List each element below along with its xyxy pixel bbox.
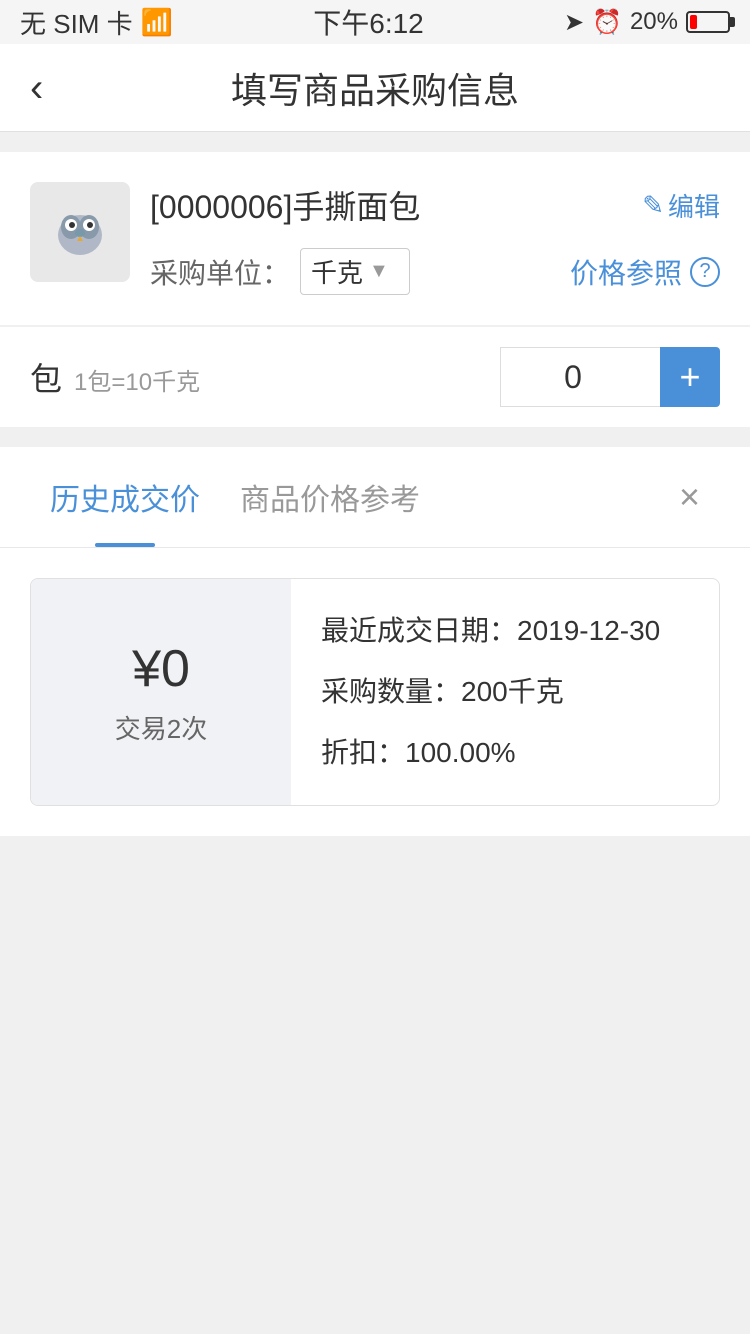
edit-label: 编辑 xyxy=(668,187,720,224)
quantity-conversion: 1包=10千克 xyxy=(74,362,200,397)
product-top-row: [0000006]手撕面包 ✎ 编辑 xyxy=(150,182,720,228)
purchase-qty-label: 采购数量： xyxy=(321,676,461,707)
nav-bar: ‹ 填写商品采购信息 xyxy=(0,44,750,132)
price-reference-link[interactable]: 价格参照 ? xyxy=(570,252,720,292)
page-title: 填写商品采购信息 xyxy=(231,62,519,114)
quantity-input-group: + xyxy=(500,347,720,407)
trade-count: 交易2次 xyxy=(115,709,207,746)
purchase-qty-value: 200千克 xyxy=(461,676,564,707)
discount-value: 100.00% xyxy=(405,737,516,768)
product-name: [0000006]手撕面包 xyxy=(150,182,420,228)
back-button[interactable]: ‹ xyxy=(30,68,43,108)
alarm-icon: ⏰ xyxy=(592,8,622,37)
location-icon: ➤ xyxy=(564,8,584,37)
purchase-qty-row: 采购数量：200千克 xyxy=(321,670,689,715)
unit-left: 采购单位： 千克 ▼ xyxy=(150,248,410,295)
price-card: ¥0 交易2次 最近成交日期：2019-12-30 采购数量：200千克 折扣：… xyxy=(30,578,720,806)
battery-indicator xyxy=(686,11,730,33)
owl-logo-svg xyxy=(45,197,115,267)
recent-date-label: 最近成交日期： xyxy=(321,615,517,646)
quantity-section: 包 1包=10千克 + xyxy=(0,327,750,427)
wifi-icon: 📶 xyxy=(141,7,173,38)
unit-row: 采购单位： 千克 ▼ 价格参照 ? xyxy=(150,248,720,295)
unit-label: 采购单位： xyxy=(150,252,290,292)
status-right: ➤ ⏰ 20% xyxy=(564,8,730,37)
tab-price-reference[interactable]: 商品价格参考 xyxy=(220,447,440,547)
content-area: ¥0 交易2次 最近成交日期：2019-12-30 采购数量：200千克 折扣：… xyxy=(0,548,750,836)
product-section: [0000006]手撕面包 ✎ 编辑 采购单位： 千克 ▼ xyxy=(0,152,750,325)
no-sim-text: 无 SIM 卡 xyxy=(20,4,133,41)
product-image xyxy=(30,182,130,282)
price-card-left: ¥0 交易2次 xyxy=(31,579,291,805)
quantity-unit: 包 xyxy=(30,354,62,400)
recent-date-value: 2019-12-30 xyxy=(517,615,660,646)
quantity-plus-button[interactable]: + xyxy=(660,347,720,407)
edit-icon: ✎ xyxy=(642,190,664,221)
tabs-section: 历史成交价 商品价格参考 × ¥0 交易2次 最近成交日期：2019-12-30 xyxy=(0,447,750,836)
info-icon: ? xyxy=(690,257,720,287)
price-ref-label: 价格参照 xyxy=(570,252,682,292)
status-time: 下午6:12 xyxy=(313,2,424,42)
product-logo xyxy=(45,197,115,267)
battery-percent: 20% xyxy=(630,8,678,36)
main-content: 无 SIM 卡 📶 下午6:12 ➤ ⏰ 20% ‹ 填写商品采购信息 xyxy=(0,0,750,1290)
chevron-down-icon: ▼ xyxy=(369,260,389,283)
tabs-header: 历史成交价 商品价格参考 × xyxy=(0,447,750,548)
product-details: [0000006]手撕面包 ✎ 编辑 采购单位： 千克 ▼ xyxy=(150,182,720,295)
discount-label: 折扣： xyxy=(321,737,405,768)
tab-history-price[interactable]: 历史成交价 xyxy=(30,447,220,547)
battery-fill xyxy=(690,15,697,29)
unit-select-dropdown[interactable]: 千克 ▼ xyxy=(300,248,410,295)
recent-date-row: 最近成交日期：2019-12-30 xyxy=(321,609,689,654)
tab-close-button[interactable]: × xyxy=(659,456,720,538)
unit-value: 千克 xyxy=(311,253,363,290)
edit-button[interactable]: ✎ 编辑 xyxy=(642,187,720,224)
product-row: [0000006]手撕面包 ✎ 编辑 采购单位： 千克 ▼ xyxy=(30,182,720,295)
discount-row: 折扣：100.00% xyxy=(321,731,689,776)
status-bar: 无 SIM 卡 📶 下午6:12 ➤ ⏰ 20% xyxy=(0,0,750,44)
price-value: 0 xyxy=(161,640,190,698)
currency-symbol: ¥ xyxy=(132,640,161,698)
quantity-label-group: 包 1包=10千克 xyxy=(30,354,200,400)
status-left: 无 SIM 卡 📶 xyxy=(20,4,173,41)
quantity-input[interactable] xyxy=(500,347,660,407)
price-amount: ¥0 xyxy=(132,639,190,699)
price-card-right: 最近成交日期：2019-12-30 采购数量：200千克 折扣：100.00% xyxy=(291,579,719,805)
